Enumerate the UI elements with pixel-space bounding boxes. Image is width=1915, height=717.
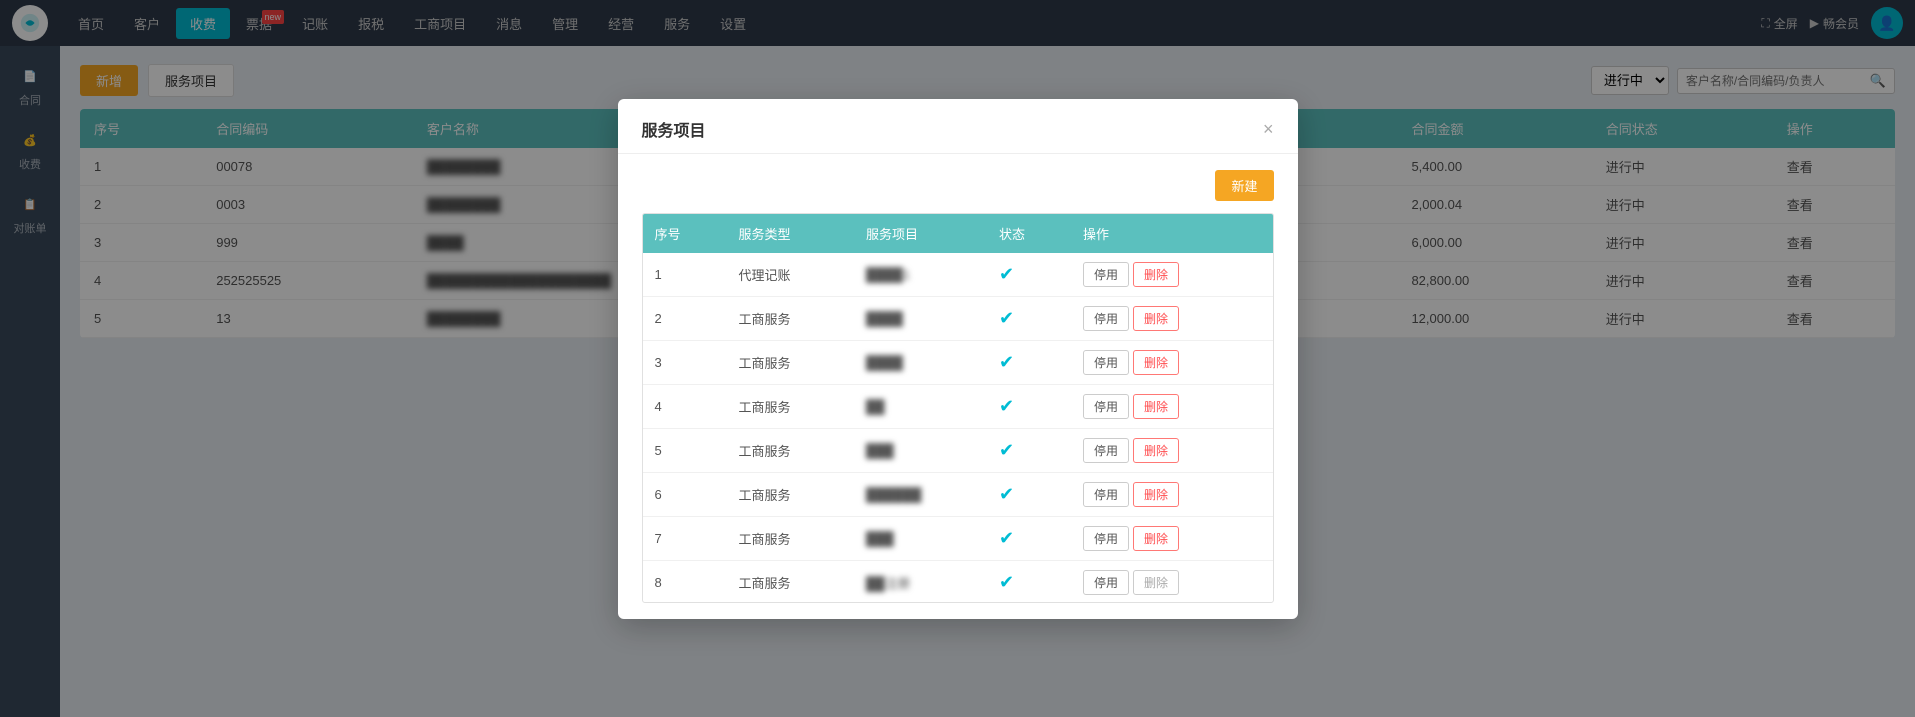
modal-action-cell: 停用删除 — [1071, 472, 1273, 516]
modal-action-cell: 停用删除 — [1071, 253, 1273, 297]
status-check-icon: ✔ — [999, 264, 1014, 284]
modal-service-item: ██ — [854, 384, 987, 428]
modal-service-item: ████ — [854, 296, 987, 340]
service-items-modal: 服务项目 × 新建 序号服务类型服务项目状态操作 1代理记账████1✔停用删除… — [618, 99, 1298, 619]
modal-service-type: 工商服务 — [726, 340, 854, 384]
modal-table-row: 4工商服务██ ✔ 停用删除 — [643, 384, 1273, 428]
delete-button[interactable]: 删除 — [1133, 482, 1179, 507]
modal-action-cell: 停用删除 — [1071, 296, 1273, 340]
modal-table-row: 1代理记账████1 ✔ 停用删除 — [643, 253, 1273, 297]
modal-action-cell: 停用删除 — [1071, 516, 1273, 560]
modal-status: ✔ — [987, 472, 1071, 516]
modal-seq: 3 — [643, 340, 727, 384]
modal-table-row: 2工商服务████ ✔ 停用删除 — [643, 296, 1273, 340]
modal-status: ✔ — [987, 340, 1071, 384]
modal-action-cell: 停用删除 — [1071, 340, 1273, 384]
modal-service-item: ████ — [854, 340, 987, 384]
modal-col-header-1: 服务类型 — [726, 214, 854, 253]
status-check-icon: ✔ — [999, 352, 1014, 372]
stop-button[interactable]: 停用 — [1083, 350, 1129, 375]
modal-status: ✔ — [987, 428, 1071, 472]
modal-service-type: 代理记账 — [726, 253, 854, 297]
modal-seq: 5 — [643, 428, 727, 472]
status-check-icon: ✔ — [999, 396, 1014, 416]
stop-button[interactable]: 停用 — [1083, 570, 1129, 595]
delete-button[interactable]: 删除 — [1133, 526, 1179, 551]
stop-button[interactable]: 停用 — [1083, 482, 1129, 507]
modal-table-row: 6工商服务██████ ✔ 停用删除 — [643, 472, 1273, 516]
modal-new-button[interactable]: 新建 — [1215, 170, 1273, 201]
modal-table: 序号服务类型服务项目状态操作 1代理记账████1✔停用删除2工商服务████✔… — [643, 214, 1273, 603]
modal-action-cell: 停用删除 — [1071, 428, 1273, 472]
modal-seq: 7 — [643, 516, 727, 560]
modal-overlay[interactable]: 服务项目 × 新建 序号服务类型服务项目状态操作 1代理记账████1✔停用删除… — [0, 0, 1915, 717]
modal-service-type: 工商服务 — [726, 516, 854, 560]
status-check-icon: ✔ — [999, 308, 1014, 328]
stop-button[interactable]: 停用 — [1083, 306, 1129, 331]
delete-button[interactable]: 删除 — [1133, 438, 1179, 463]
modal-table-wrap[interactable]: 序号服务类型服务项目状态操作 1代理记账████1✔停用删除2工商服务████✔… — [642, 213, 1274, 603]
modal-service-type: 工商服务 — [726, 428, 854, 472]
stop-button[interactable]: 停用 — [1083, 262, 1129, 287]
stop-button[interactable]: 停用 — [1083, 526, 1129, 551]
modal-table-row: 8工商服务██注册 ✔ 停用删除 — [643, 560, 1273, 603]
modal-title: 服务项目 — [642, 117, 706, 141]
status-check-icon: ✔ — [999, 528, 1014, 548]
modal-seq: 6 — [643, 472, 727, 516]
modal-table-row: 5工商服务███ ✔ 停用删除 — [643, 428, 1273, 472]
modal-header: 服务项目 × — [618, 99, 1298, 154]
status-check-icon: ✔ — [999, 440, 1014, 460]
modal-action-cell: 停用删除 — [1071, 560, 1273, 603]
modal-service-item: ████1 — [854, 253, 987, 297]
modal-service-item: ██████ — [854, 472, 987, 516]
status-check-icon: ✔ — [999, 572, 1014, 592]
modal-table-row: 3工商服务████ ✔ 停用删除 — [643, 340, 1273, 384]
modal-close-button[interactable]: × — [1263, 120, 1274, 138]
modal-service-type: 工商服务 — [726, 560, 854, 603]
modal-body: 新建 序号服务类型服务项目状态操作 1代理记账████1✔停用删除2工商服务██… — [618, 154, 1298, 619]
modal-col-header-2: 服务项目 — [854, 214, 987, 253]
modal-status: ✔ — [987, 296, 1071, 340]
modal-seq: 8 — [643, 560, 727, 603]
delete-button[interactable]: 删除 — [1133, 394, 1179, 419]
modal-col-header-4: 操作 — [1071, 214, 1273, 253]
delete-button[interactable]: 删除 — [1133, 570, 1179, 595]
modal-col-header-3: 状态 — [987, 214, 1071, 253]
modal-status: ✔ — [987, 253, 1071, 297]
modal-toolbar: 新建 — [642, 170, 1274, 201]
modal-service-item: ██注册 — [854, 560, 987, 603]
delete-button[interactable]: 删除 — [1133, 262, 1179, 287]
modal-seq: 2 — [643, 296, 727, 340]
modal-status: ✔ — [987, 384, 1071, 428]
modal-table-row: 7工商服务███ ✔ 停用删除 — [643, 516, 1273, 560]
modal-service-type: 工商服务 — [726, 296, 854, 340]
modal-status: ✔ — [987, 560, 1071, 603]
modal-status: ✔ — [987, 516, 1071, 560]
delete-button[interactable]: 删除 — [1133, 306, 1179, 331]
modal-seq: 1 — [643, 253, 727, 297]
modal-service-type: 工商服务 — [726, 472, 854, 516]
modal-col-header-0: 序号 — [643, 214, 727, 253]
modal-action-cell: 停用删除 — [1071, 384, 1273, 428]
delete-button[interactable]: 删除 — [1133, 350, 1179, 375]
modal-seq: 4 — [643, 384, 727, 428]
stop-button[interactable]: 停用 — [1083, 394, 1129, 419]
stop-button[interactable]: 停用 — [1083, 438, 1129, 463]
modal-service-type: 工商服务 — [726, 384, 854, 428]
modal-service-item: ███ — [854, 516, 987, 560]
modal-service-item: ███ — [854, 428, 987, 472]
status-check-icon: ✔ — [999, 484, 1014, 504]
